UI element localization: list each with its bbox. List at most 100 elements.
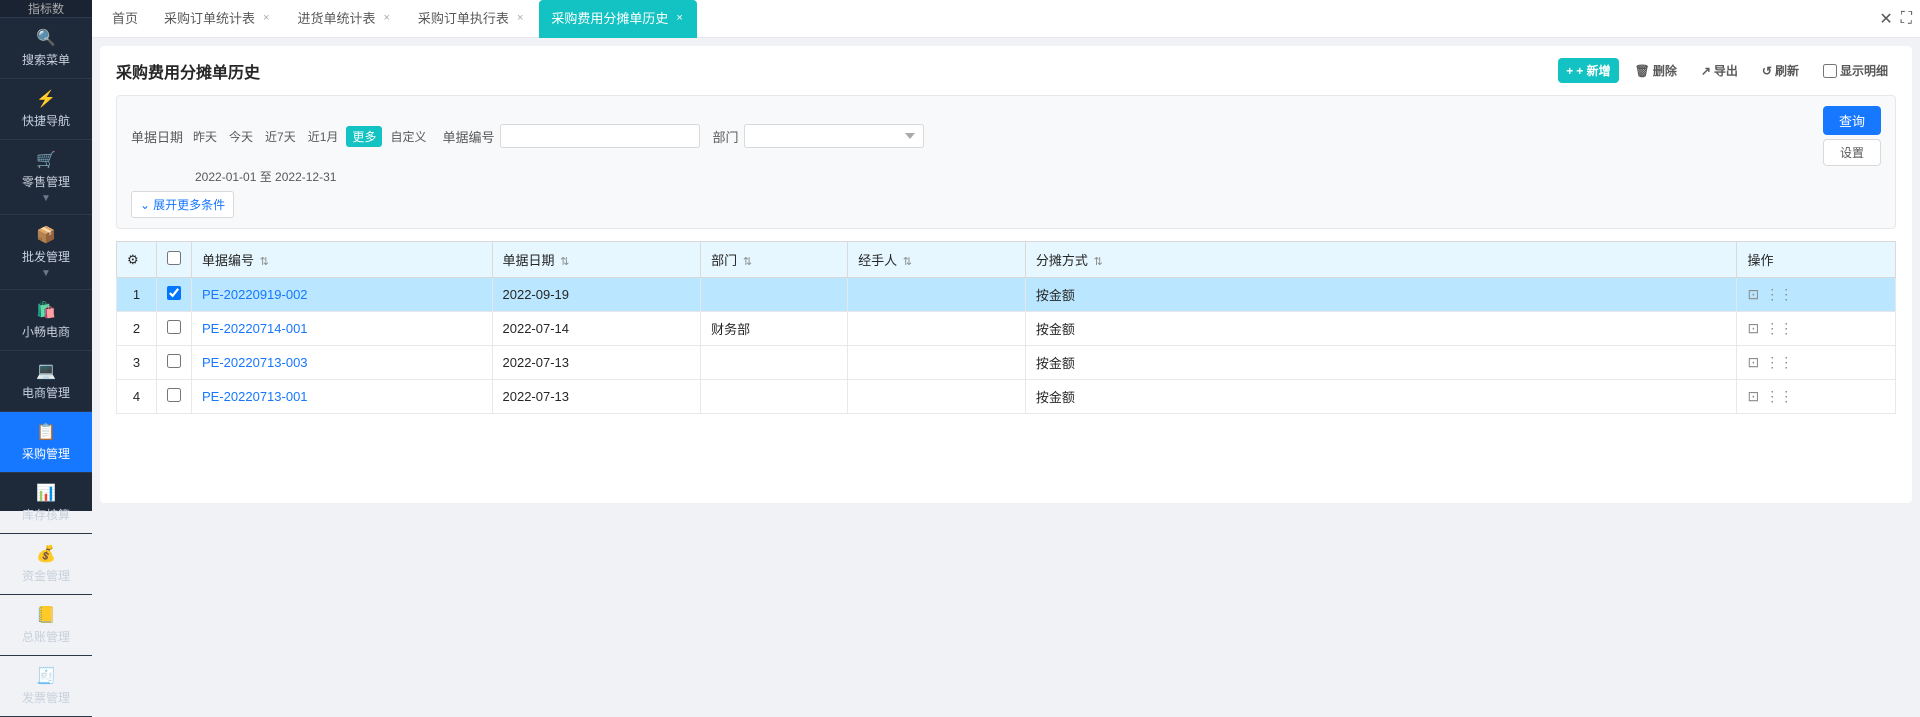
row-view-icon-1[interactable]: ⊡ bbox=[1747, 320, 1759, 337]
row-handler-2 bbox=[848, 346, 1026, 380]
display-checkbox[interactable] bbox=[1823, 64, 1837, 78]
row-split-method-1: 按金额 bbox=[1025, 312, 1737, 346]
row-more-icon-2[interactable]: ⋮⋮ bbox=[1765, 354, 1793, 371]
wholesale-arrow-icon: ▼ bbox=[41, 268, 51, 279]
row-view-icon-2[interactable]: ⊡ bbox=[1747, 354, 1759, 371]
sidebar-item-inventory-label: 库存核算 bbox=[22, 506, 70, 523]
add-icon: + bbox=[1566, 64, 1573, 78]
tab-purchase-order-exec[interactable]: 采购订单执行表 × bbox=[406, 0, 537, 38]
finance-icon: 💰 bbox=[36, 544, 56, 564]
sidebar-item-search[interactable]: 🔍 搜索菜单 bbox=[0, 18, 92, 79]
tab-purchase-cost-history[interactable]: 采购费用分摊单历史 × bbox=[539, 0, 696, 38]
tab-purchase-goods-stat-close[interactable]: × bbox=[381, 10, 391, 26]
sidebar-item-ecommerce[interactable]: 💻 电商管理 bbox=[0, 351, 92, 412]
sidebar-item-purchase-label: 采购管理 bbox=[22, 445, 70, 462]
row-checkbox-0[interactable] bbox=[167, 286, 181, 300]
tab-home[interactable]: 首页 bbox=[100, 0, 150, 38]
row-checkbox-1[interactable] bbox=[167, 320, 181, 334]
row-index-1: 2 bbox=[117, 312, 157, 346]
tab-purchase-order-exec-close[interactable]: × bbox=[515, 10, 525, 26]
dept-select[interactable]: 财务部 bbox=[744, 124, 924, 148]
row-more-icon-1[interactable]: ⋮⋮ bbox=[1765, 320, 1793, 337]
tab-purchase-order-stat[interactable]: 采购订单统计表 × bbox=[152, 0, 283, 38]
date-btn-more[interactable]: 更多 bbox=[346, 126, 382, 147]
tab-purchase-cost-history-close[interactable]: × bbox=[674, 10, 684, 26]
sidebar-item-inventory[interactable]: 📊 库存核算 bbox=[0, 473, 92, 534]
row-check-3[interactable] bbox=[157, 380, 192, 414]
set-button[interactable]: 设置 bbox=[1823, 139, 1881, 166]
table-col-split-method-label: 分摊方式 bbox=[1036, 253, 1088, 268]
date-btn-custom[interactable]: 自定义 bbox=[386, 126, 430, 147]
tab-maximize-icon[interactable]: ⛶ bbox=[1901, 10, 1912, 28]
tab-purchase-goods-stat[interactable]: 进货单统计表 × bbox=[285, 0, 403, 38]
tab-bar-actions: ✕ ⛶ bbox=[1879, 9, 1912, 29]
main-area: 首页 采购订单统计表 × 进货单统计表 × 采购订单执行表 × 采购费用分摊单历… bbox=[92, 0, 1920, 511]
row-doc-no-1: PE-20220714-001 bbox=[192, 312, 493, 346]
sidebar-item-finance[interactable]: 💰 资金管理 bbox=[0, 534, 92, 595]
row-doc-date-3: 2022-07-13 bbox=[492, 380, 701, 414]
delete-button[interactable]: 🗑 删除 bbox=[1627, 58, 1685, 83]
table-col-split-method[interactable]: 分摊方式 ⇅ bbox=[1025, 242, 1737, 278]
sidebar-item-purchase[interactable]: 📋 采购管理 bbox=[0, 412, 92, 473]
row-checkbox-2[interactable] bbox=[167, 354, 181, 368]
row-view-icon-3[interactable]: ⊡ bbox=[1747, 388, 1759, 405]
date-btn-today[interactable]: 今天 bbox=[225, 126, 257, 147]
tab-purchase-order-stat-close[interactable]: × bbox=[261, 10, 271, 26]
retail-icon: 🛒 bbox=[36, 150, 56, 170]
sidebar-item-mini-shop-label: 小畅电商 bbox=[22, 323, 70, 340]
sidebar-item-quick-nav[interactable]: ⚡ 快捷导航 bbox=[0, 79, 92, 140]
row-doc-no-link-3[interactable]: PE-20220713-001 bbox=[202, 389, 308, 404]
tab-purchase-order-exec-label: 采购订单执行表 bbox=[418, 8, 509, 27]
row-checkbox-3[interactable] bbox=[167, 388, 181, 402]
expand-more-btn[interactable]: ⌄ 展开更多条件 bbox=[131, 191, 234, 218]
sidebar: 指标数 🔍 搜索菜单 ⚡ 快捷导航 🛒 零售管理 ▼ 📦 批发管理 ▼ 🛍️ 小… bbox=[0, 0, 92, 511]
table-col-dept[interactable]: 部门 ⇅ bbox=[701, 242, 848, 278]
doc-date-sort-icon: ⇅ bbox=[560, 256, 569, 268]
query-set-group: 查询 设置 bbox=[1823, 106, 1881, 166]
row-view-icon-0[interactable]: ⊡ bbox=[1747, 286, 1759, 303]
table-check-all[interactable] bbox=[167, 251, 181, 265]
row-handler-3 bbox=[848, 380, 1026, 414]
sidebar-item-mini-shop[interactable]: 🛍️ 小畅电商 bbox=[0, 290, 92, 351]
add-button[interactable]: + + 新增 bbox=[1558, 58, 1618, 83]
date-filter-label: 单据日期 bbox=[131, 127, 183, 146]
row-doc-date-2: 2022-07-13 bbox=[492, 346, 701, 380]
date-btn-yesterday[interactable]: 昨天 bbox=[189, 126, 221, 147]
row-check-1[interactable] bbox=[157, 312, 192, 346]
sidebar-item-invoice[interactable]: 🧾 发票管理 bbox=[0, 656, 92, 717]
refresh-button[interactable]: ↺ 刷新 bbox=[1754, 58, 1807, 83]
row-doc-date-0: 2022-09-19 bbox=[492, 278, 701, 312]
date-filter-field: 单据日期 昨天 今天 近7天 近1月 更多 自定义 bbox=[131, 126, 430, 147]
export-button[interactable]: ↗ 导出 bbox=[1693, 58, 1746, 83]
page-title-actions: + + 新增 🗑 删除 ↗ 导出 ↺ 刷新 显示明细 bbox=[1558, 58, 1896, 83]
query-button[interactable]: 查询 bbox=[1823, 106, 1881, 135]
row-doc-no-link-2[interactable]: PE-20220713-003 bbox=[202, 355, 308, 370]
row-more-icon-0[interactable]: ⋮⋮ bbox=[1765, 286, 1793, 303]
date-btn-1month[interactable]: 近1月 bbox=[304, 126, 343, 147]
doc-no-input[interactable] bbox=[500, 124, 700, 148]
row-index-2: 3 bbox=[117, 346, 157, 380]
table-col-doc-no[interactable]: 单据编号 ⇅ bbox=[192, 242, 493, 278]
row-dept-3 bbox=[701, 380, 848, 414]
table-col-handler[interactable]: 经手人 ⇅ bbox=[848, 242, 1026, 278]
row-check-2[interactable] bbox=[157, 346, 192, 380]
row-doc-no-link-1[interactable]: PE-20220714-001 bbox=[202, 321, 308, 336]
sidebar-item-wholesale[interactable]: 📦 批发管理 ▼ bbox=[0, 215, 92, 290]
row-doc-no-link-0[interactable]: PE-20220919-002 bbox=[202, 287, 308, 302]
sidebar-item-retail[interactable]: 🛒 零售管理 ▼ bbox=[0, 140, 92, 215]
sidebar-item-quick-nav-label: 快捷导航 bbox=[22, 112, 70, 129]
display-button[interactable]: 显示明细 bbox=[1815, 58, 1896, 83]
sidebar-item-ledger[interactable]: 📒 总账管理 bbox=[0, 595, 92, 656]
sidebar-item-search-label: 搜索菜单 bbox=[22, 51, 70, 68]
row-dept-2 bbox=[701, 346, 848, 380]
tab-close-all-icon[interactable]: ✕ bbox=[1879, 9, 1892, 29]
page-title: 采购费用分摊单历史 bbox=[116, 59, 260, 83]
row-check-0[interactable] bbox=[157, 278, 192, 312]
dept-filter-field: 部门 财务部 bbox=[712, 124, 924, 148]
row-split-method-0: 按金额 bbox=[1025, 278, 1737, 312]
table-col-doc-date[interactable]: 单据日期 ⇅ bbox=[492, 242, 701, 278]
table-col-settings[interactable]: ⚙ bbox=[117, 242, 157, 278]
date-btn-7days[interactable]: 近7天 bbox=[261, 126, 300, 147]
row-doc-date-1: 2022-07-14 bbox=[492, 312, 701, 346]
row-more-icon-3[interactable]: ⋮⋮ bbox=[1765, 388, 1793, 405]
